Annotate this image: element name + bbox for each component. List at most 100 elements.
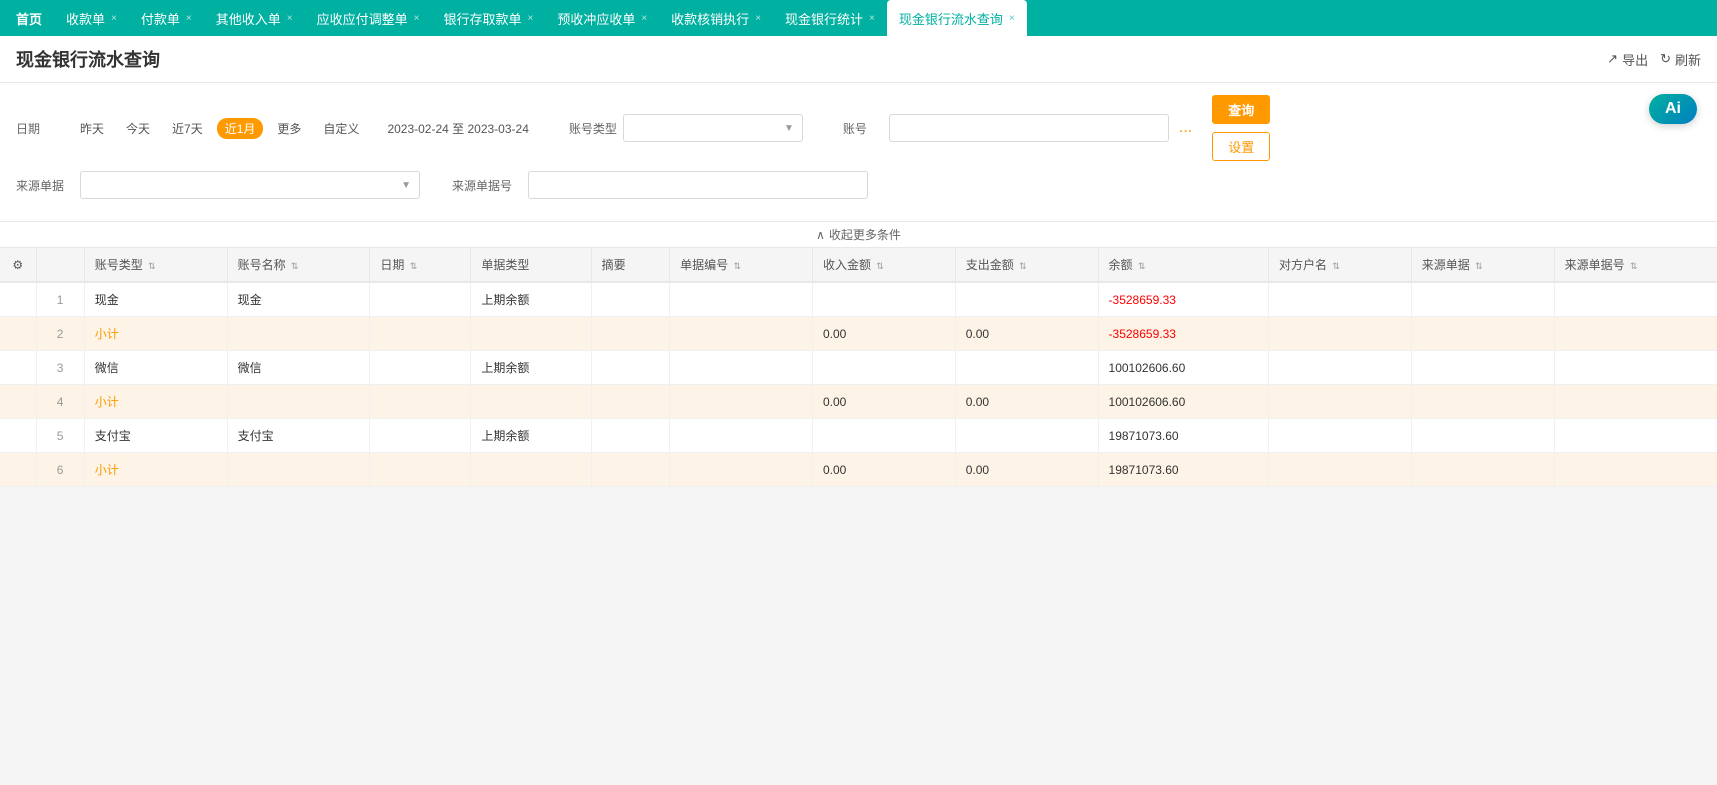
th-date[interactable]: 日期 ⇅ [370,248,471,282]
nav-home-label: 首页 [16,9,42,28]
cell-expense: 0.00 [955,317,1098,351]
cell-balance: 19871073.60 [1098,453,1268,487]
nav-receipt[interactable]: 收款单 × [54,0,129,36]
ai-label: Ai [1665,100,1681,117]
cell-account-type: 小计 [84,385,227,419]
account-label: 账号 [843,120,883,137]
date-option-yesterday[interactable]: 昨天 [72,118,112,139]
nav-prepay[interactable]: 预收冲应收单 × [545,0,659,36]
th-counterparty[interactable]: 对方户名 ⇅ [1268,248,1411,282]
nav-payment[interactable]: 付款单 × [129,0,204,36]
cell-source-doc-no [1554,282,1717,317]
th-source-doc[interactable]: 来源单据 ⇅ [1411,248,1554,282]
cell-doc-no [670,351,813,385]
date-option-1month[interactable]: 近1月 [217,118,264,139]
cell-doc-type [471,385,591,419]
date-option-7days[interactable]: 近7天 [164,118,211,139]
nav-ap-adjust[interactable]: 应收应付调整单 × [305,0,432,36]
cell-settings [0,385,36,419]
nav-verify-exec-close[interactable]: × [755,13,761,24]
th-income[interactable]: 收入金额 ⇅ [812,248,955,282]
collapse-bar[interactable]: ∧ 收起更多条件 [0,222,1717,248]
cell-doc-no [670,282,813,317]
account-type-select[interactable]: ▼ [623,114,803,142]
nav-bank-flow-close[interactable]: × [1009,13,1015,24]
collapse-label: 收起更多条件 [829,226,901,243]
source-doc-select[interactable]: ▼ [80,171,420,199]
table-row: 1 现金 现金 上期余额 -3528659.33 [0,282,1717,317]
th-balance[interactable]: 余额 ⇅ [1098,248,1268,282]
account-type-chevron: ▼ [784,123,794,134]
account-dots-button[interactable]: ... [1175,119,1196,137]
source-doc-no-label: 来源单据号 [452,177,512,194]
th-account-name[interactable]: 账号名称 ⇅ [227,248,370,282]
account-type-filter: 账号类型 ▼ [569,114,803,142]
th-settings[interactable]: ⚙ [0,248,36,282]
cell-balance: 19871073.60 [1098,419,1268,453]
nav-bank-stat[interactable]: 现金银行统计 × [773,0,887,36]
account-type-label: 账号类型 [569,120,617,137]
nav-receipt-close[interactable]: × [111,13,117,24]
nav-other-income[interactable]: 其他收入单 × [204,0,305,36]
cell-income [812,351,955,385]
cell-source-doc [1411,317,1554,351]
refresh-icon: ↻ [1660,51,1671,67]
cell-counterparty [1268,419,1411,453]
th-source-doc-no[interactable]: 来源单据号 ⇅ [1554,248,1717,282]
nav-home[interactable]: 首页 [4,0,54,36]
th-account-type[interactable]: 账号类型 ⇅ [84,248,227,282]
cell-account-name: 微信 [227,351,370,385]
nav-payment-label: 付款单 [141,9,180,28]
cell-expense [955,282,1098,317]
cell-account-type: 小计 [84,317,227,351]
filter-area: 日期 昨天 今天 近7天 近1月 更多 自定义 2023-02-24 至 202… [0,83,1717,222]
cell-doc-no [670,419,813,453]
header-actions: ↗ 导出 ↻ 刷新 [1607,50,1701,69]
nav-bank-deposit-close[interactable]: × [527,13,533,24]
cell-source-doc [1411,419,1554,453]
nav-ap-adjust-close[interactable]: × [414,13,420,24]
cell-expense: 0.00 [955,385,1098,419]
nav-other-income-close[interactable]: × [287,13,293,24]
nav-bank-stat-close[interactable]: × [869,13,875,24]
cell-source-doc-no [1554,419,1717,453]
date-option-today[interactable]: 今天 [118,118,158,139]
cell-balance: -3528659.33 [1098,317,1268,351]
cell-income: 0.00 [812,453,955,487]
date-option-more[interactable]: 更多 [269,118,309,139]
source-doc-no-input[interactable] [528,171,868,199]
nav-bank-flow[interactable]: 现金银行流水查询 × [887,0,1027,36]
data-table: ⚙ 账号类型 ⇅ 账号名称 ⇅ 日期 ⇅ 单据类型 摘要 单据编号 ⇅ 收入金额… [0,248,1717,487]
cell-account-type: 小计 [84,453,227,487]
date-option-custom[interactable]: 自定义 [315,118,367,139]
account-input[interactable] [889,114,1169,142]
cell-counterparty [1268,453,1411,487]
cell-income: 0.00 [812,385,955,419]
nav-payment-close[interactable]: × [186,13,192,24]
cell-account-name [227,317,370,351]
collapse-up-icon: ∧ [816,228,825,242]
nav-prepay-close[interactable]: × [641,13,647,24]
cell-summary [591,419,669,453]
ai-badge[interactable]: Ai [1649,94,1697,124]
cell-summary [591,351,669,385]
nav-ap-adjust-label: 应收应付调整单 [317,9,408,28]
cell-account-name: 现金 [227,282,370,317]
settings-button[interactable]: 设置 [1212,132,1270,161]
export-button[interactable]: ↗ 导出 [1607,50,1648,69]
th-num [36,248,84,282]
table-body: 1 现金 现金 上期余额 -3528659.33 2 小计 0.00 0.00 … [0,282,1717,487]
query-button[interactable]: 查询 [1212,95,1270,124]
date-range-display: 2023-02-24 至 2023-03-24 [387,120,528,137]
cell-account-name: 支付宝 [227,419,370,453]
nav-verify-exec-label: 收款核销执行 [671,9,749,28]
nav-bank-deposit[interactable]: 银行存取款单 × [431,0,545,36]
nav-bank-stat-label: 现金银行统计 [785,9,863,28]
th-doc-no[interactable]: 单据编号 ⇅ [670,248,813,282]
nav-verify-exec[interactable]: 收款核销执行 × [659,0,773,36]
cell-date [370,419,471,453]
cell-account-name [227,385,370,419]
th-expense[interactable]: 支出金额 ⇅ [955,248,1098,282]
refresh-button[interactable]: ↻ 刷新 [1660,50,1701,69]
cell-summary [591,317,669,351]
